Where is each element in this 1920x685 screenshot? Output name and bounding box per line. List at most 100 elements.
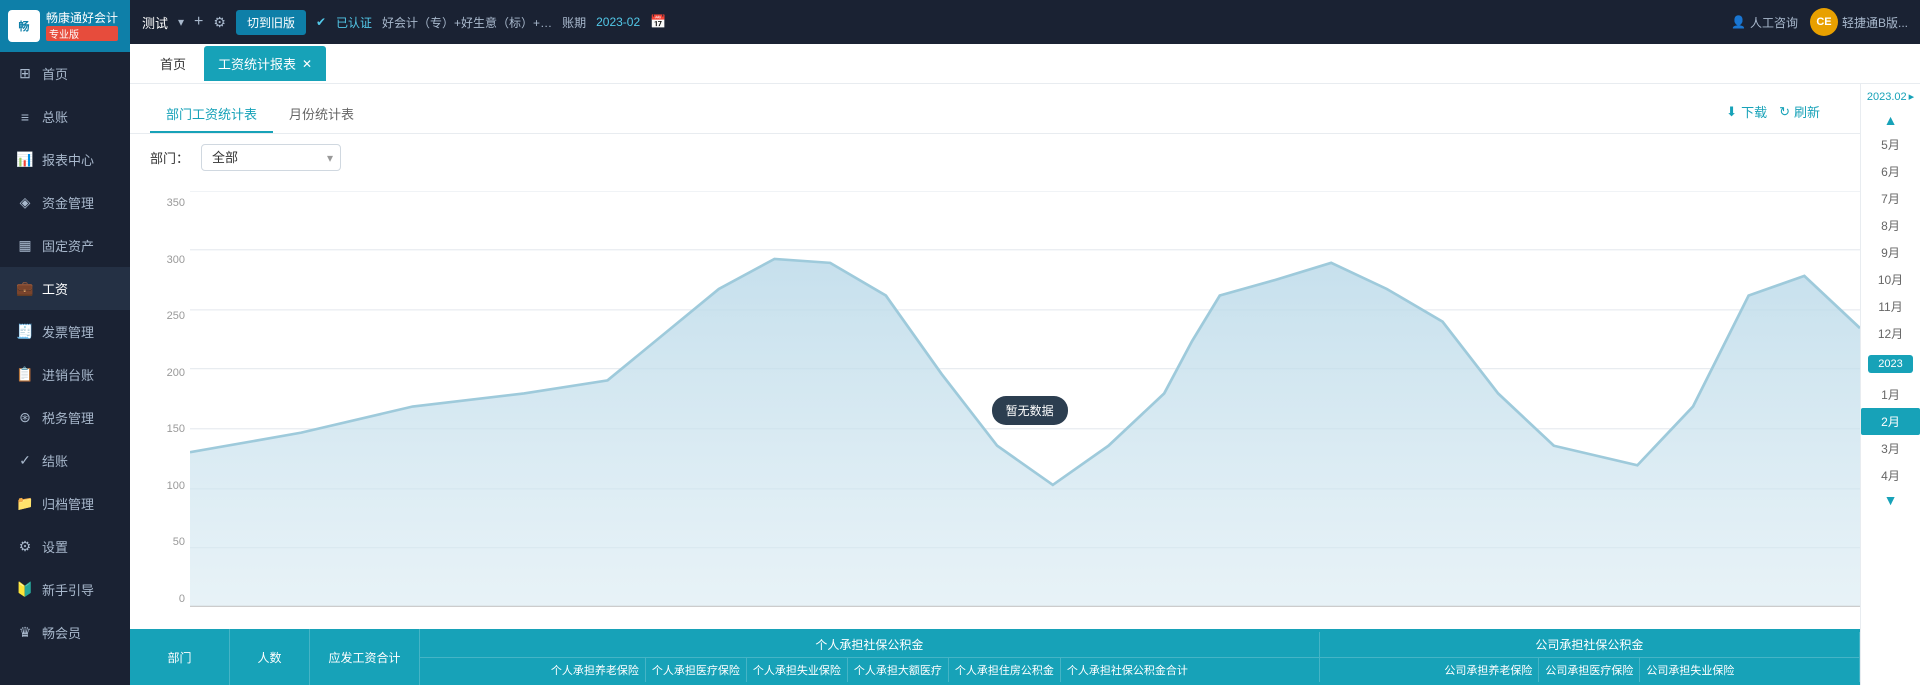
y-label-250: 250 [130, 310, 185, 322]
sidebar-item-vip[interactable]: ♛ 畅会员 [0, 611, 130, 654]
subtab-actions: ⬇ 下载 ↻ 刷新 [1726, 102, 1840, 127]
topbar-period-label: 账期 [562, 14, 586, 31]
topbar-help[interactable]: 👤 人工咨询 [1731, 14, 1798, 31]
funds-icon: ◈ [16, 194, 34, 211]
table-sub-company-medical: 公司承担医疗保险 [1539, 658, 1640, 682]
guide-icon: 🔰 [16, 581, 34, 598]
help-icon: 👤 [1731, 15, 1746, 29]
topbar: 测试 ▾ + ⚙ 切到旧版 ✔ 已认证 好会计（专）+好生意（标）+… 账期 2… [130, 0, 1920, 44]
y-label-0: 0 [130, 593, 185, 605]
table-sub-personal-housing: 个人承担住房公积金 [949, 658, 1061, 682]
date-2023-month-1[interactable]: 1月 [1861, 381, 1920, 408]
date-month-8[interactable]: 8月 [1861, 212, 1920, 239]
table-col-count: 人数 [230, 629, 310, 685]
topbar-title: 测试 [142, 13, 168, 32]
trade-icon: 📋 [16, 366, 34, 383]
sidebar-item-settings[interactable]: ⚙ 设置 [0, 525, 130, 568]
tab-close-btn[interactable]: ✕ [302, 57, 312, 71]
table-sub-personal-pension: 个人承担养老保险 [545, 658, 646, 682]
topbar-title-dropdown[interactable]: ▾ [178, 15, 184, 29]
sidebar-item-funds[interactable]: ◈ 资金管理 [0, 181, 130, 224]
sidebar-item-close[interactable]: ✓ 结账 [0, 439, 130, 482]
invoice-icon: 🧾 [16, 323, 34, 340]
date-month-5[interactable]: 5月 [1861, 131, 1920, 158]
date-2023-month-2[interactable]: 2月 [1861, 408, 1920, 435]
date-month-11[interactable]: 11月 [1861, 293, 1920, 320]
settings-icon: ⚙ [16, 538, 34, 555]
subtab-dept[interactable]: 部门工资统计表 [150, 96, 273, 133]
sidebar-item-ledger[interactable]: ≡ 总账 [0, 95, 130, 138]
date-month-12[interactable]: 12月 [1861, 320, 1920, 347]
topbar-period: 2023-02 [596, 15, 640, 29]
sidebar-item-trade[interactable]: 📋 进销台账 [0, 353, 130, 396]
table-col-dept: 部门 [130, 629, 230, 685]
table-col-salary: 应发工资合计 [310, 629, 420, 685]
status-icon: ✔ [316, 15, 326, 29]
table-group-personal-insurance: 个人承担社保公积金 个人承担养老保险 个人承担医疗保险 个人承担失业保险 个人承… [420, 632, 1320, 682]
close-accounts-icon: ✓ [16, 452, 34, 469]
table-sub-company-unemployment: 公司承担失业保险 [1640, 658, 1740, 682]
y-label-100: 100 [130, 480, 185, 492]
salary-icon: 💼 [16, 280, 34, 297]
date-month-7[interactable]: 7月 [1861, 185, 1920, 212]
table-sub-personal-total: 个人承担社保公积金合计 [1061, 658, 1194, 682]
bottom-table-header: 部门 人数 应发工资合计 个人承担社保公积金 个人承担养老保险 个人承担医疗保险 [130, 629, 1860, 685]
topbar-tags: 好会计（专）+好生意（标）+… [382, 14, 552, 31]
subtab-month[interactable]: 月份统计表 [273, 96, 370, 133]
sidebar-logo: 畅 畅康通好会计 专业版 [0, 0, 130, 52]
sidebar-item-assets[interactable]: ▦ 固定资产 [0, 224, 130, 267]
sidebar-item-guide[interactable]: 🔰 新手引导 [0, 568, 130, 611]
download-btn[interactable]: ⬇ 下载 [1726, 102, 1767, 121]
topbar-right: 👤 人工咨询 CE 轻捷通B版... [1731, 8, 1908, 36]
vip-icon: ♛ [16, 624, 34, 641]
table-group-company-insurance: 公司承担社保公积金 公司承担养老保险 公司承担医疗保险 公司承担失业保险 [1320, 632, 1860, 682]
refresh-icon: ↻ [1779, 104, 1790, 120]
table-sub-personal-medical: 个人承担医疗保险 [646, 658, 747, 682]
date-nav-down[interactable]: ▼ [1881, 489, 1901, 511]
table-group-company-subs: 公司承担养老保险 公司承担医疗保险 公司承担失业保险 [1438, 658, 1740, 682]
topbar-add-btn[interactable]: + [194, 13, 203, 31]
date-month-10[interactable]: 10月 [1861, 266, 1920, 293]
dept-label: 部门： [150, 148, 189, 167]
logo-icon: 畅 [8, 10, 40, 42]
archive-icon: 📁 [16, 495, 34, 512]
sidebar-item-home[interactable]: ⊞ 首页 [0, 52, 130, 95]
table-group-personal-title: 个人承担社保公积金 [420, 632, 1319, 658]
topbar-user[interactable]: CE 轻捷通B版... [1810, 8, 1908, 36]
date-panel-header[interactable]: 2023.02 ▸ [1863, 84, 1918, 109]
sidebar: 畅 畅康通好会计 专业版 ⊞ 首页 ≡ 总账 📊 报表中心 ◈ 资金管理 ▦ 固… [0, 0, 130, 685]
tab-home[interactable]: 首页 [146, 46, 200, 81]
tab-salary-report[interactable]: 工资统计报表 ✕ [204, 46, 326, 81]
download-icon: ⬇ [1726, 104, 1737, 120]
reports-icon: 📊 [16, 151, 34, 168]
content-area: 首页 工资统计报表 ✕ 部门工资统计表 月份统计表 [130, 44, 1920, 685]
tax-icon: ⊛ [16, 409, 34, 426]
tabbar: 首页 工资统计报表 ✕ [130, 44, 1920, 84]
switch-old-btn[interactable]: 切到旧版 [236, 10, 306, 35]
sidebar-item-salary[interactable]: 💼 工资 [0, 267, 130, 310]
sidebar-item-reports[interactable]: 📊 报表中心 [0, 138, 130, 181]
sidebar-item-archive[interactable]: 📁 归档管理 [0, 482, 130, 525]
refresh-btn[interactable]: ↻ 刷新 [1779, 102, 1820, 121]
page-main: 部门工资统计表 月份统计表 ⬇ 下载 ↻ 刷新 [130, 84, 1860, 685]
assets-icon: ▦ [16, 237, 34, 254]
table-group-company-title: 公司承担社保公积金 [1320, 632, 1859, 658]
topbar-gear-btn[interactable]: ⚙ [213, 14, 226, 31]
date-2023-month-4[interactable]: 4月 [1861, 462, 1920, 489]
date-month-6[interactable]: 6月 [1861, 158, 1920, 185]
date-panel: 2023.02 ▸ ▲ 5月 6月 7月 8月 9月 10月 11月 12月 2… [1860, 84, 1920, 685]
table-sub-personal-major-medical: 个人承担大额医疗 [848, 658, 949, 682]
calendar-icon[interactable]: 📅 [650, 14, 666, 30]
dept-select[interactable]: 全部 财务部 销售部 技术部 [201, 144, 341, 171]
year-2023-badge-wrapper: 2023 [1861, 347, 1920, 381]
date-2023-month-3[interactable]: 3月 [1861, 435, 1920, 462]
sidebar-item-invoice[interactable]: 🧾 发票管理 [0, 310, 130, 353]
logo-text: 畅康通好会计 专业版 [46, 11, 118, 42]
dept-select-wrapper: 全部 财务部 销售部 技术部 ▾ [201, 144, 341, 171]
year-2023-badge[interactable]: 2023 [1868, 355, 1914, 373]
sidebar-item-tax[interactable]: ⊛ 税务管理 [0, 396, 130, 439]
date-nav-up[interactable]: ▲ [1881, 109, 1901, 131]
ledger-icon: ≡ [16, 109, 34, 125]
user-avatar: CE [1810, 8, 1838, 36]
date-month-9[interactable]: 9月 [1861, 239, 1920, 266]
